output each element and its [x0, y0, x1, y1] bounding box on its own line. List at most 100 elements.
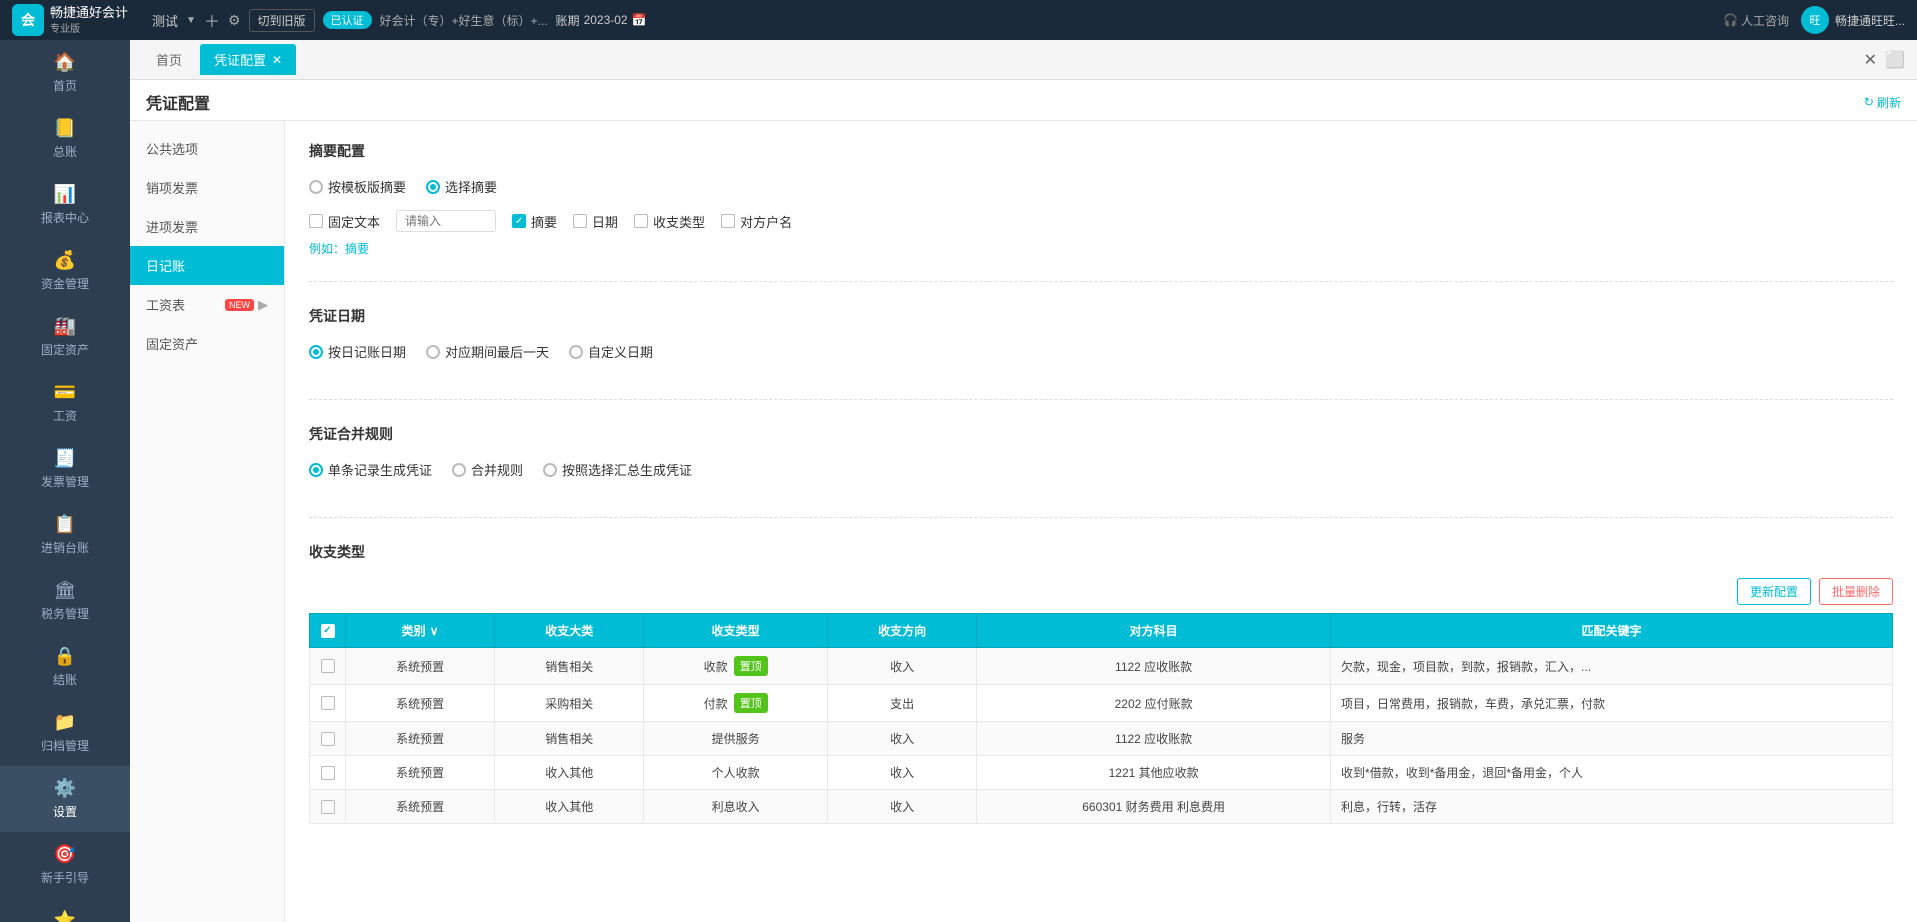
sidebar-item-home[interactable]: 🏠 首页 [0, 40, 130, 106]
main-content: 摘要配置 按模板版摘要 选择摘要 [285, 121, 1917, 922]
merge-label: 合并规则 [471, 460, 523, 479]
radio-single[interactable]: 单条记录生成凭证 [309, 460, 432, 479]
left-nav-purchase-inv[interactable]: 进项发票 [130, 207, 284, 246]
period-last-radio-circle [426, 345, 440, 359]
left-nav-fixed-assets[interactable]: 固定资产 [130, 324, 284, 363]
tab-close-icon[interactable]: ✕ [272, 53, 282, 67]
income-expense-title: 收支类型 [309, 542, 1893, 562]
top-right: 🎧 人工咨询 旺 畅捷通旺旺... [1723, 6, 1905, 34]
tab-close-button[interactable]: ✕ [1864, 50, 1877, 70]
scroll-container[interactable]: 公共选项 销项发票 进项发票 日记账 工资表 NEW [130, 121, 1917, 922]
row-checkbox[interactable] [310, 756, 346, 790]
left-nav-sales[interactable]: 销项发票 [130, 168, 284, 207]
custom-date-label: 自定义日期 [588, 342, 653, 361]
refresh-label: 刷新 [1877, 94, 1901, 111]
refresh-button[interactable]: ↻ 刷新 [1864, 94, 1901, 111]
radio-period-last[interactable]: 对应期间最后一天 [426, 342, 549, 361]
radio-custom-date[interactable]: 自定义日期 [569, 342, 653, 361]
row-check-box[interactable] [321, 696, 335, 710]
row-check-box[interactable] [321, 732, 335, 746]
radio-template-label: 按模板版摘要 [328, 177, 406, 196]
sidebar-item-member[interactable]: ⭐ 畅会员 [0, 898, 130, 922]
logo-text: 畅捷通好会计 [50, 5, 128, 21]
sidebar-item-report[interactable]: 📊 报表中心 [0, 172, 130, 238]
radio-select-summary[interactable]: 选择摘要 [426, 177, 497, 196]
top-bar: 会 畅捷通好会计 专业版 测试 ▼ ＋ ⚙ 切到旧版 已认证 好会计（专）+好生… [0, 0, 1917, 40]
radio-template[interactable]: 按模板版摘要 [309, 177, 406, 196]
th-checkbox[interactable]: ✓ [310, 614, 346, 648]
row-check-box[interactable] [321, 766, 335, 780]
sidebar-item-settings[interactable]: ⚙️ 设置 [0, 766, 130, 832]
row-checkbox[interactable] [310, 685, 346, 722]
row-checkbox[interactable] [310, 790, 346, 824]
sidebar-label-invoice: 发票管理 [41, 473, 89, 490]
sidebar-item-ledger[interactable]: 📒 总账 [0, 106, 130, 172]
checkbox-date[interactable]: 日期 [573, 212, 618, 231]
tab-bar: 首页 凭证配置 ✕ ✕ ⬜ [130, 40, 1917, 80]
sidebar-label-purchase: 进销台账 [41, 539, 89, 556]
type-checkbox-label: 收支类型 [653, 212, 705, 231]
row-checkbox[interactable] [310, 648, 346, 685]
row-check-box[interactable] [321, 659, 335, 673]
sidebar-label-home: 首页 [53, 77, 77, 94]
batch-delete-button[interactable]: 批量删除 [1819, 578, 1893, 605]
sidebar-item-fund[interactable]: 💰 资金管理 [0, 238, 130, 304]
sort-icon[interactable]: ∨ [430, 624, 439, 638]
sidebar-item-archive[interactable]: 📁 归档管理 [0, 700, 130, 766]
calendar-icon[interactable]: 📅 [632, 13, 647, 27]
table-actions: 更新配置 批量删除 [309, 578, 1893, 605]
chevron-down-icon[interactable]: ▼ [186, 15, 196, 26]
sidebar-item-guide[interactable]: 🎯 新手引导 [0, 832, 130, 898]
category-header: 类别 ∨ [356, 622, 484, 639]
sidebar-item-purchase[interactable]: 📋 进销台账 [0, 502, 130, 568]
logo-icon: 会 [12, 4, 44, 36]
row-main-type: 采购相关 [495, 685, 644, 722]
checkbox-type[interactable]: 收支类型 [634, 212, 705, 231]
row-account: 2202 应付账款 [977, 685, 1331, 722]
setting-icon[interactable]: ⚙ [228, 12, 241, 29]
headset-icon: 🎧 [1723, 13, 1738, 27]
sidebar-label-guide: 新手引导 [41, 869, 89, 886]
summary-checkbox-label: 摘要 [531, 212, 557, 231]
update-config-button[interactable]: 更新配置 [1737, 578, 1811, 605]
service-button[interactable]: 🎧 人工咨询 [1723, 12, 1789, 29]
radio-select-total[interactable]: 按照选择汇总生成凭证 [543, 460, 692, 479]
checkbox-summary[interactable]: ✓ 摘要 [512, 212, 557, 231]
tab-home[interactable]: 首页 [142, 44, 196, 75]
sidebar-item-assets[interactable]: 🏭 固定资产 [0, 304, 130, 370]
row-type: 个人收款 [644, 756, 828, 790]
summary-radio-group: 按模板版摘要 选择摘要 [309, 177, 1893, 196]
add-button[interactable]: ＋ [204, 8, 220, 32]
switch-version-button[interactable]: 切到旧版 [249, 9, 315, 32]
sidebar-item-salary[interactable]: 💳 工资 [0, 370, 130, 436]
sidebar-label-close: 结账 [53, 671, 77, 688]
row-check-box[interactable] [321, 800, 335, 814]
th-category: 类别 ∨ [346, 614, 495, 648]
radio-journal-date[interactable]: 按日记账日期 [309, 342, 406, 361]
fixed-text-checkbox [309, 214, 323, 228]
tab-maximize-button[interactable]: ⬜ [1885, 50, 1905, 70]
checkbox-counterpart[interactable]: 对方户名 [721, 212, 792, 231]
left-nav-public[interactable]: 公共选项 [130, 129, 284, 168]
tab-config[interactable]: 凭证配置 ✕ [200, 44, 296, 75]
sidebar-item-invoice[interactable]: 🧾 发票管理 [0, 436, 130, 502]
ledger-icon: 📒 [54, 118, 76, 139]
example-text: 例如：摘要 [309, 240, 1893, 257]
row-keywords: 项目，日常费用，报销款，车费，承兑汇票，付款 [1331, 685, 1893, 722]
new-badge: NEW [225, 299, 254, 311]
journal-date-radio-circle [309, 345, 323, 359]
sidebar-item-close[interactable]: 🔒 结账 [0, 634, 130, 700]
type-checkbox [634, 214, 648, 228]
row-main-type: 收入其他 [495, 790, 644, 824]
radio-merge[interactable]: 合并规则 [452, 460, 523, 479]
left-nav-journal[interactable]: 日记账 [130, 246, 284, 285]
category-label: 类别 [402, 622, 426, 639]
left-nav: 公共选项 销项发票 进项发票 日记账 工资表 NEW [130, 121, 285, 922]
row-checkbox[interactable] [310, 722, 346, 756]
select-all-checkbox[interactable]: ✓ [321, 624, 335, 638]
checkbox-fixed-text[interactable]: 固定文本 [309, 212, 380, 231]
sidebar-item-tax[interactable]: 🏛 税务管理 [0, 568, 130, 634]
left-nav-salary[interactable]: 工资表 NEW ▶ [130, 285, 284, 324]
tab-controls: ✕ ⬜ [1864, 50, 1905, 70]
fixed-text-input[interactable] [396, 210, 496, 232]
